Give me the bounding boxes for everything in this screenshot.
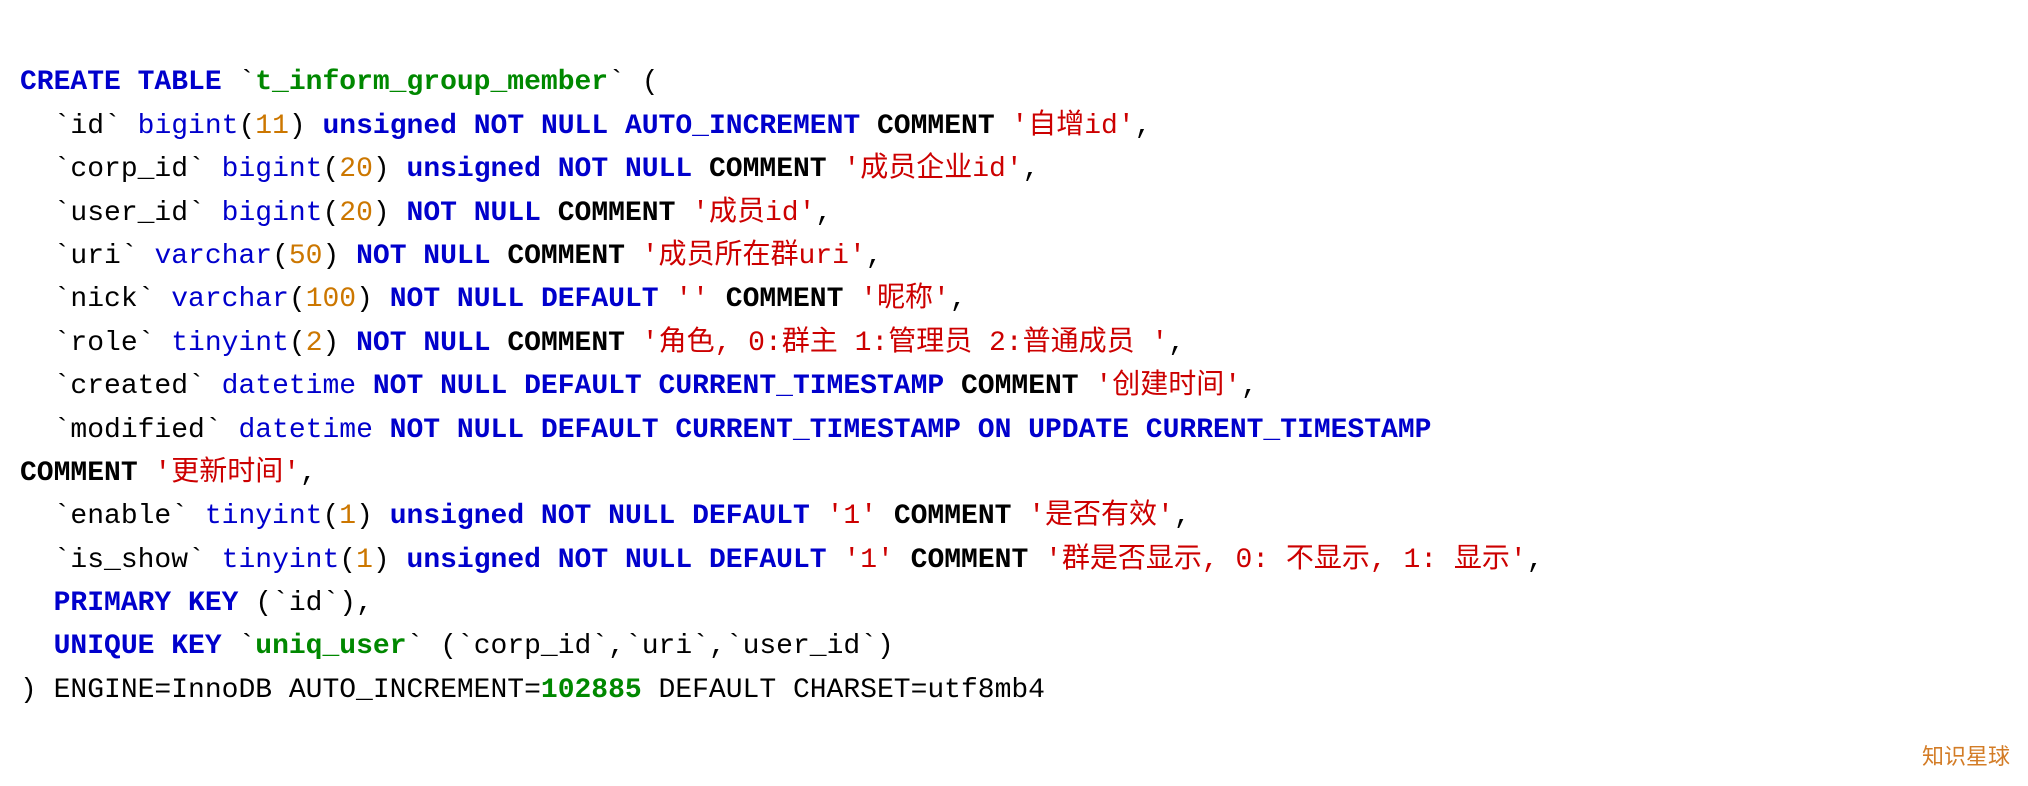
code-block: CREATE TABLE `t_inform_group_member` ( `… <box>20 18 2008 712</box>
col-corp-id: `corp_id` <box>54 154 205 185</box>
col-uri: `uri` <box>54 241 138 272</box>
table-name: t_inform_group_member <box>255 67 608 98</box>
col-enable: `enable` <box>54 501 188 532</box>
col-user-id: `user_id` <box>54 198 205 229</box>
unique-key: UNIQUE KEY <box>54 631 239 662</box>
col-is-show: `is_show` <box>54 545 205 576</box>
create-keyword: CREATE TABLE <box>20 67 238 98</box>
col-id: `id` <box>54 111 121 142</box>
col-created: `created` <box>54 371 205 402</box>
primary-key: PRIMARY KEY <box>54 588 256 619</box>
col-modified: `modified` <box>54 415 222 446</box>
col-role: `role` <box>54 328 155 359</box>
watermark: 知识星球 <box>1922 740 2010 774</box>
engine-clause: ENGINE=InnoDB AUTO_INCREMENT= <box>54 675 541 706</box>
col-nick: `nick` <box>54 284 155 315</box>
